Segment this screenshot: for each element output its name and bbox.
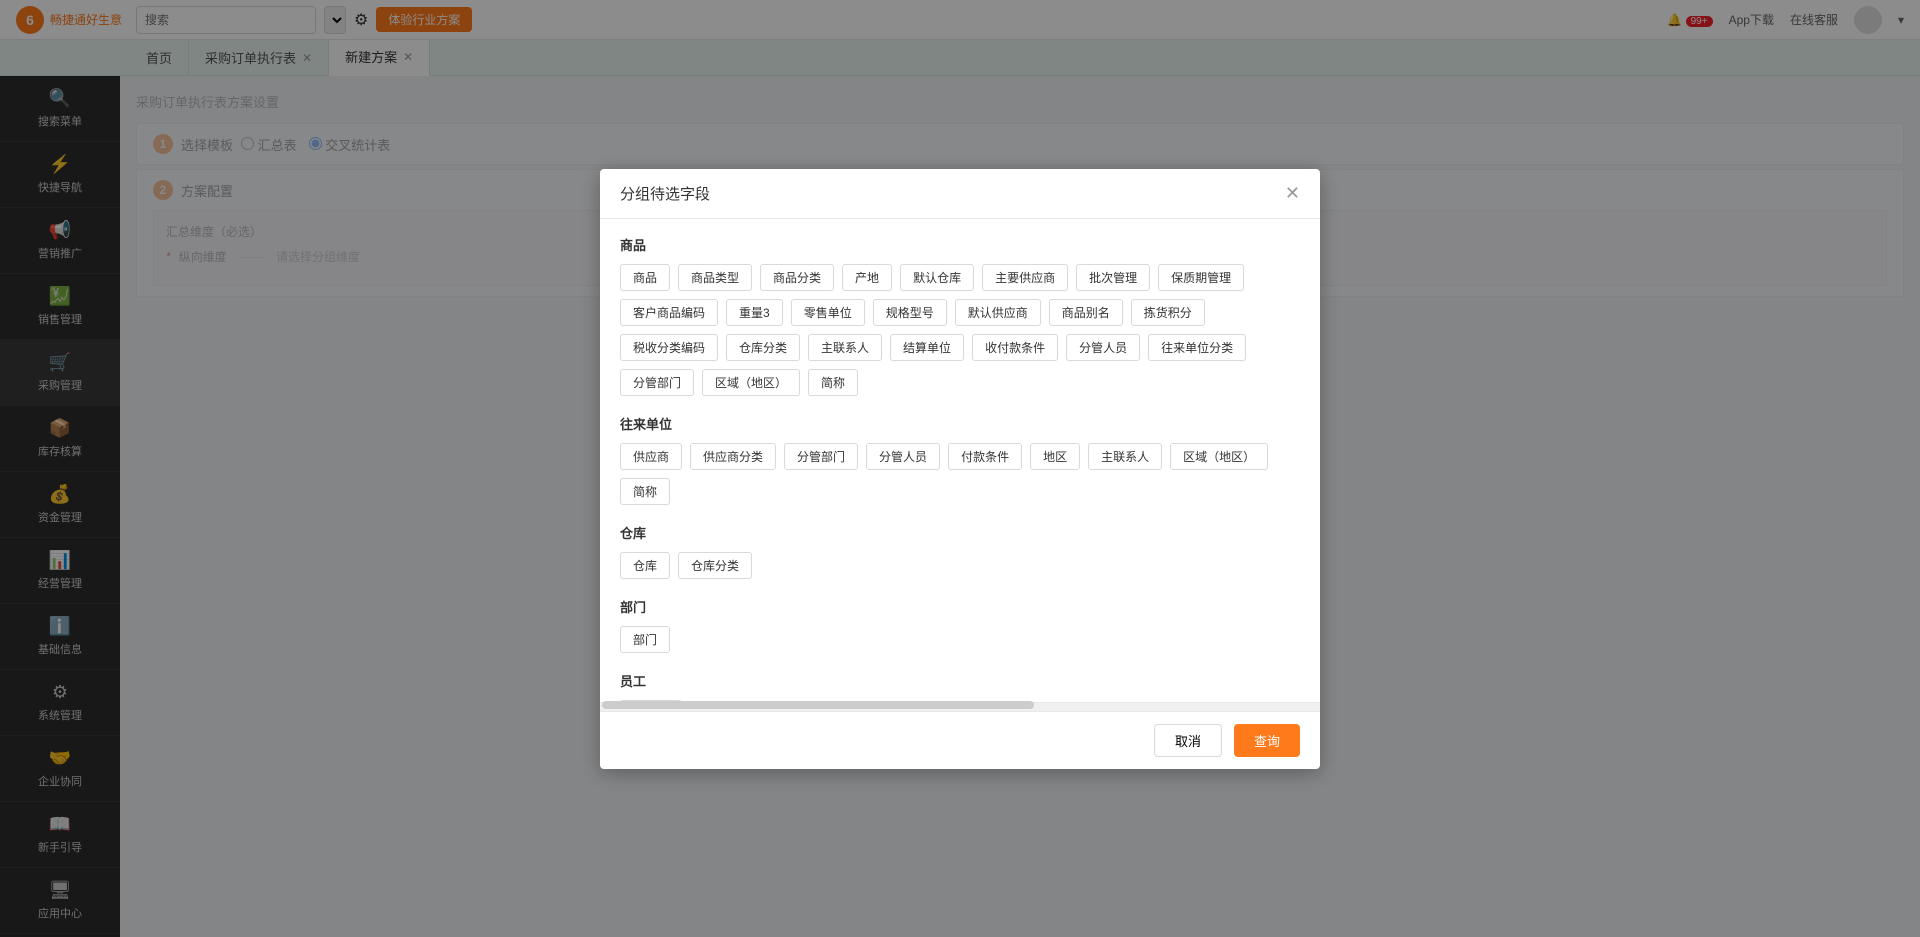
field-tag[interactable]: 默认仓库: [900, 264, 974, 291]
field-tag[interactable]: 收付款条件: [972, 334, 1058, 361]
field-tag[interactable]: 结算单位: [890, 334, 964, 361]
field-tag[interactable]: 默认供应商: [955, 299, 1041, 326]
field-tag[interactable]: 简称: [808, 369, 858, 396]
field-tag[interactable]: 商品类型: [678, 264, 752, 291]
field-tag[interactable]: 分管人员: [1066, 334, 1140, 361]
field-group-employee: 员工 业务员: [620, 671, 1300, 702]
modal-title: 分组待选字段: [620, 183, 710, 204]
field-tag[interactable]: 客户商品编码: [620, 299, 718, 326]
modal-close-btn[interactable]: ✕: [1285, 183, 1300, 204]
field-tag[interactable]: 分管部门: [784, 443, 858, 470]
hscroll-thumb: [602, 701, 1034, 709]
field-tags-product: 商品 商品类型 商品分类 产地 默认仓库 主要供应商 批次管理 保质期管理 客户…: [620, 264, 1300, 396]
field-tags-partner: 供应商 供应商分类 分管部门 分管人员 付款条件 地区 主联系人 区域（地区） …: [620, 443, 1300, 505]
field-tag[interactable]: 往来单位分类: [1148, 334, 1246, 361]
modal-overlay: 分组待选字段 ✕ 商品 商品 商品类型 商品分类 产地 默认仓库 主要供应商 批…: [0, 0, 1920, 937]
field-tag[interactable]: 区域（地区）: [702, 369, 800, 396]
field-tag[interactable]: 主要供应商: [982, 264, 1068, 291]
field-tag[interactable]: 产地: [842, 264, 892, 291]
field-group-department: 部门 部门: [620, 597, 1300, 653]
cancel-button[interactable]: 取消: [1154, 724, 1222, 757]
field-tag[interactable]: 地区: [1030, 443, 1080, 470]
field-tag[interactable]: 零售单位: [791, 299, 865, 326]
field-tag[interactable]: 规格型号: [873, 299, 947, 326]
field-tag[interactable]: 付款条件: [948, 443, 1022, 470]
field-group-product-title: 商品: [620, 235, 1300, 254]
field-tag[interactable]: 仓库分类: [726, 334, 800, 361]
field-select-modal: 分组待选字段 ✕ 商品 商品 商品类型 商品分类 产地 默认仓库 主要供应商 批…: [600, 169, 1320, 769]
field-tag[interactable]: 区域（地区）: [1170, 443, 1268, 470]
modal-footer: 取消 查询: [600, 711, 1320, 769]
field-tag[interactable]: 商品: [620, 264, 670, 291]
field-tag[interactable]: 保质期管理: [1158, 264, 1244, 291]
field-tag[interactable]: 主联系人: [808, 334, 882, 361]
field-tag[interactable]: 供应商分类: [690, 443, 776, 470]
field-tag[interactable]: 仓库: [620, 552, 670, 579]
modal-horizontal-scrollbar[interactable]: [600, 702, 1320, 711]
field-tag[interactable]: 仓库分类: [678, 552, 752, 579]
field-tags-department: 部门: [620, 626, 1300, 653]
modal-body: 商品 商品 商品类型 商品分类 产地 默认仓库 主要供应商 批次管理 保质期管理…: [600, 219, 1320, 702]
field-tag[interactable]: 部门: [620, 626, 670, 653]
confirm-button[interactable]: 查询: [1234, 724, 1300, 757]
field-group-department-title: 部门: [620, 597, 1300, 616]
field-tag[interactable]: 主联系人: [1088, 443, 1162, 470]
field-tag[interactable]: 供应商: [620, 443, 682, 470]
field-tag[interactable]: 批次管理: [1076, 264, 1150, 291]
field-tag[interactable]: 商品分类: [760, 264, 834, 291]
field-tag[interactable]: 商品别名: [1049, 299, 1123, 326]
field-tag[interactable]: 分管人员: [866, 443, 940, 470]
field-group-employee-title: 员工: [620, 671, 1300, 690]
field-tag[interactable]: 分管部门: [620, 369, 694, 396]
field-group-warehouse-title: 仓库: [620, 523, 1300, 542]
field-tag[interactable]: 税收分类编码: [620, 334, 718, 361]
field-tag[interactable]: 重量3: [726, 299, 783, 326]
field-group-warehouse: 仓库 仓库 仓库分类: [620, 523, 1300, 579]
field-tags-warehouse: 仓库 仓库分类: [620, 552, 1300, 579]
modal-header: 分组待选字段 ✕: [600, 169, 1320, 219]
field-group-product: 商品 商品 商品类型 商品分类 产地 默认仓库 主要供应商 批次管理 保质期管理…: [620, 235, 1300, 396]
field-group-partner: 往来单位 供应商 供应商分类 分管部门 分管人员 付款条件 地区 主联系人 区域…: [620, 414, 1300, 505]
field-tag[interactable]: 简称: [620, 478, 670, 505]
field-group-partner-title: 往来单位: [620, 414, 1300, 433]
field-tag[interactable]: 拣货积分: [1131, 299, 1205, 326]
